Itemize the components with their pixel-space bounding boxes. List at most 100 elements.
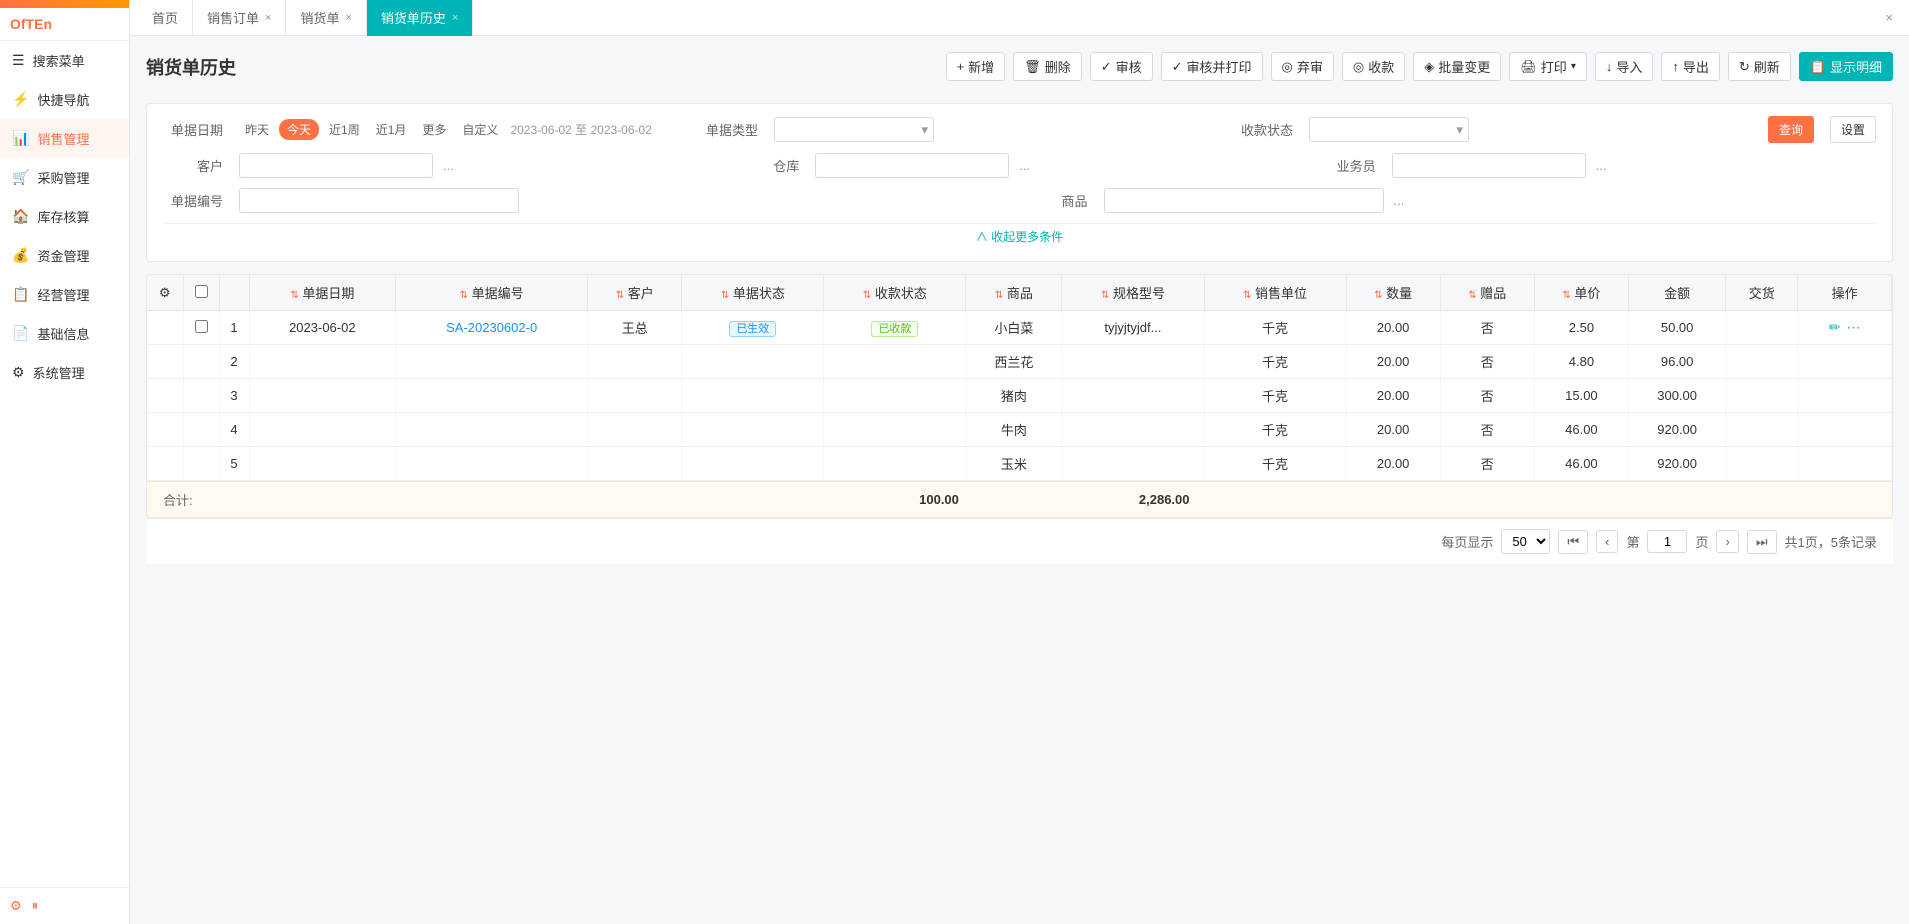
td-checkbox[interactable] <box>183 379 219 413</box>
delete-button[interactable]: 🗑 删除 <box>1013 52 1082 81</box>
print-button[interactable]: 🖨 打印 ▾ <box>1509 52 1587 81</box>
last30-shortcut[interactable]: 近1月 <box>370 119 413 140</box>
td-checkbox[interactable] <box>183 447 219 481</box>
payment-status-select[interactable] <box>1309 117 1469 142</box>
th-unit[interactable]: ⇅ 销售单位 <box>1204 275 1346 311</box>
goods-control: ... <box>1104 188 1877 213</box>
more-shortcut[interactable]: 更多 <box>416 119 452 140</box>
td-doc-no[interactable] <box>396 447 588 481</box>
sidebar-item-label: 系统管理 <box>33 363 85 382</box>
td-doc-date <box>249 345 396 379</box>
page-size-select[interactable]: 50 <box>1501 529 1550 554</box>
th-qty[interactable]: ⇅ 数量 <box>1346 275 1440 311</box>
warehouse-input[interactable] <box>815 153 1009 178</box>
tab-sales-goods-close[interactable]: × <box>345 12 351 24</box>
th-doc-no[interactable]: ⇅ 单据编号 <box>396 275 588 311</box>
last7-shortcut[interactable]: 近1周 <box>323 119 366 140</box>
staff-dots[interactable]: ... <box>1592 156 1611 175</box>
th-settings[interactable]: ⚙ <box>147 275 183 311</box>
tab-sales-goods[interactable]: 销货单 × <box>286 0 366 36</box>
th-customer[interactable]: ⇅ 客户 <box>588 275 682 311</box>
export-icon: ↑ <box>1672 59 1679 74</box>
customer-dots[interactable]: ... <box>439 156 458 175</box>
th-gift[interactable]: ⇅ 赠品 <box>1440 275 1534 311</box>
sidebar-pause-icon[interactable]: ⏸ <box>32 898 39 914</box>
td-action <box>1798 379 1892 413</box>
sidebar-item-quick-nav[interactable]: ⚡ 快捷导航 <box>0 80 129 119</box>
td-checkbox[interactable] <box>183 311 219 345</box>
tab-home[interactable]: 首页 <box>138 0 193 36</box>
td-doc-no[interactable]: SA-20230602-0 <box>396 311 588 345</box>
td-payment-status <box>824 447 966 481</box>
custom-shortcut[interactable]: 自定义 <box>456 119 504 140</box>
more-action[interactable]: ⋯ <box>1844 319 1864 335</box>
th-spec[interactable]: ⇅ 规格型号 <box>1062 275 1204 311</box>
td-doc-no[interactable] <box>396 413 588 447</box>
th-row-no <box>219 275 249 311</box>
td-spec <box>1062 345 1204 379</box>
batch-change-icon: ◈ <box>1424 59 1434 75</box>
date-filter-control: 昨天 今天 近1周 近1月 更多 自定义 2023-06-02 至 2023-0… <box>239 119 682 140</box>
close-all-tabs[interactable]: × <box>1877 10 1901 25</box>
batch-change-button[interactable]: ◈ 批量变更 <box>1413 52 1501 81</box>
refresh-button[interactable]: ↻ 刷新 <box>1728 52 1791 81</box>
edit-action[interactable]: ✏ <box>1826 319 1844 335</box>
export-button[interactable]: ↑ 导出 <box>1661 52 1720 81</box>
abandon-button[interactable]: ◎ 弃审 <box>1271 52 1334 81</box>
td-gift: 否 <box>1440 345 1534 379</box>
sidebar-item-sys-mgmt[interactable]: ⚙ 系统管理 <box>0 353 129 392</box>
show-detail-button[interactable]: 📋 显示明细 <box>1799 52 1893 81</box>
select-all-checkbox[interactable] <box>195 285 208 298</box>
collapse-bar[interactable]: ∧ 收起更多条件 <box>163 223 1876 249</box>
tab-sales-history-close[interactable]: × <box>452 12 458 24</box>
unit-sort-icon: ⇅ <box>1243 290 1251 301</box>
add-button[interactable]: + 新增 <box>946 52 1006 81</box>
tab-sales-order[interactable]: 销售订单 × <box>193 0 286 36</box>
goods-input[interactable] <box>1104 188 1384 213</box>
warehouse-dots[interactable]: ... <box>1015 156 1034 175</box>
sidebar-item-basic-info[interactable]: 📄 基础信息 <box>0 314 129 353</box>
doc-type-select[interactable] <box>774 117 934 142</box>
add-icon: + <box>957 59 965 74</box>
td-checkbox[interactable] <box>183 345 219 379</box>
customer-input[interactable] <box>239 153 433 178</box>
goods-dots[interactable]: ... <box>1390 191 1409 210</box>
collect-button[interactable]: ◎ 收款 <box>1342 52 1405 81</box>
page-input[interactable] <box>1647 530 1687 553</box>
td-checkbox[interactable] <box>183 413 219 447</box>
audit-button[interactable]: ✓ 审核 <box>1090 52 1153 81</box>
td-doc-no[interactable] <box>396 345 588 379</box>
staff-input[interactable] <box>1392 153 1586 178</box>
query-button[interactable]: 查询 <box>1768 116 1814 143</box>
audit-print-button[interactable]: ✓ 审核并打印 <box>1161 52 1263 81</box>
th-doc-date[interactable]: ⇅ 单据日期 <box>249 275 396 311</box>
th-goods[interactable]: ⇅ 商品 <box>966 275 1062 311</box>
yesterday-shortcut[interactable]: 昨天 <box>239 119 275 140</box>
sidebar-item-purchase-mgmt[interactable]: 🛒 采购管理 <box>0 158 129 197</box>
settings-button[interactable]: 设置 <box>1830 116 1876 143</box>
td-customer: 王总 <box>588 311 682 345</box>
tab-sales-order-close[interactable]: × <box>265 12 271 24</box>
tab-sales-history[interactable]: 销货单历史 × <box>367 0 473 36</box>
th-doc-status[interactable]: ⇅ 单据状态 <box>682 275 824 311</box>
sidebar-item-operations[interactable]: 📋 经营管理 <box>0 275 129 314</box>
th-payment-status[interactable]: ⇅ 收款状态 <box>824 275 966 311</box>
next-page-button[interactable]: › <box>1716 530 1738 553</box>
purchase-mgmt-icon: 🛒 <box>12 169 29 186</box>
today-shortcut[interactable]: 今天 <box>279 119 319 140</box>
sidebar-item-search-menu[interactable]: ☰ 搜索菜单 <box>0 41 129 80</box>
unit-price-sort-icon: ⇅ <box>1562 290 1570 301</box>
import-button[interactable]: ↓ 导入 <box>1595 52 1654 81</box>
sidebar-item-sales-mgmt[interactable]: 📊 销售管理 <box>0 119 129 158</box>
td-doc-no[interactable] <box>396 379 588 413</box>
doc-no-input[interactable] <box>239 188 519 213</box>
first-page-button[interactable]: ⏮ <box>1558 530 1588 554</box>
last-page-button[interactable]: ⏭ <box>1747 530 1777 554</box>
sidebar-item-inventory[interactable]: 🏠 库存核算 <box>0 197 129 236</box>
th-unit-price[interactable]: ⇅ 单价 <box>1534 275 1628 311</box>
td-doc-date: 2023-06-02 <box>249 311 396 345</box>
sidebar-top-bar <box>0 0 129 8</box>
prev-page-button[interactable]: ‹ <box>1596 530 1618 553</box>
sidebar-gear-icon[interactable]: ⚙ <box>10 898 22 914</box>
sidebar-item-finance[interactable]: 💰 资金管理 <box>0 236 129 275</box>
